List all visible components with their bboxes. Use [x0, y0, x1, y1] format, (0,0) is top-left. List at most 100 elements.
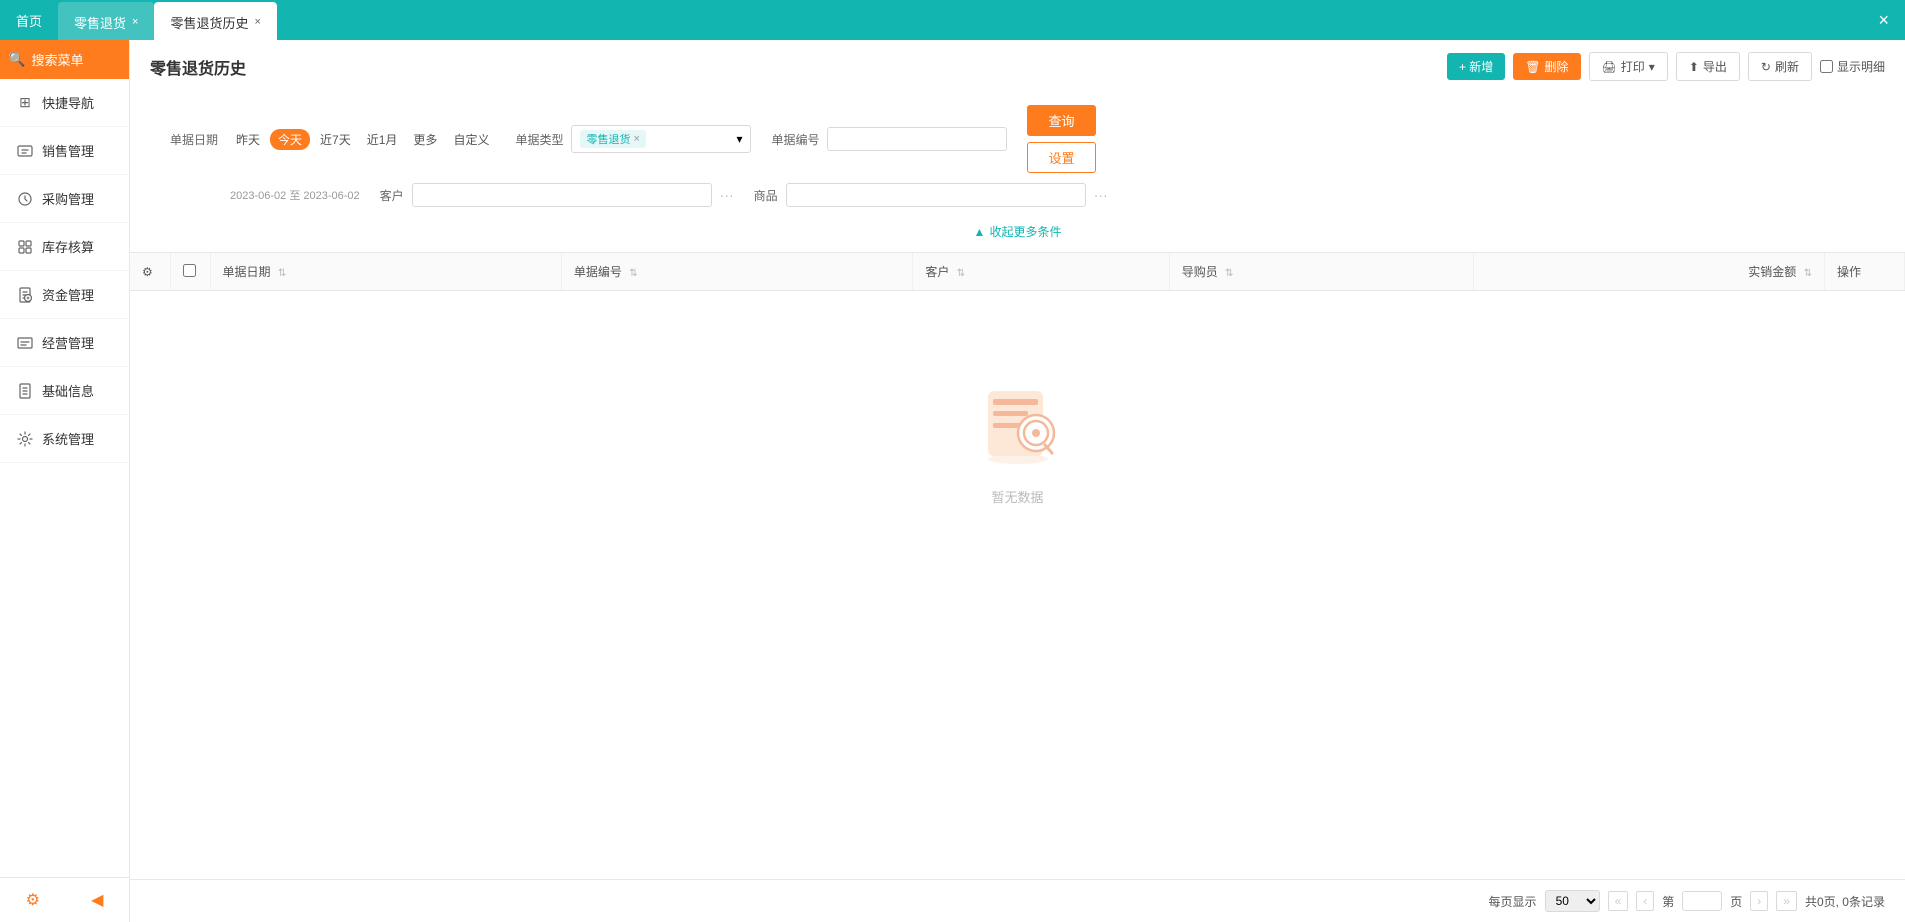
page-title-row: 零售退货历史 + 新增 🗑 删除 🖨 打印 ▾ ⬆ 导出	[150, 52, 1885, 81]
th-customer-label: 客户	[925, 265, 949, 279]
search-icon: 🔍	[8, 51, 25, 68]
quick-nav-icon: ⊞	[16, 94, 34, 112]
th-guide[interactable]: 导购员 ⇅	[1169, 253, 1473, 291]
bill-type-tag-text: 零售退货	[586, 131, 630, 147]
operation-icon	[16, 334, 34, 352]
sys-mgmt-icon	[16, 430, 34, 448]
collapse-row: ▲ 收起更多条件	[170, 217, 1865, 240]
table-container: ⚙ 单据日期 ⇅ 单据编号 ⇅	[130, 253, 1905, 879]
sidebar-item-base-info[interactable]: 基础信息	[0, 367, 129, 415]
filter-row-1: 单据日期 昨天 今天 近7天 近1月 更多 自定义 单据类型	[170, 105, 1865, 173]
th-checkbox[interactable]	[170, 253, 210, 291]
display-detail-input[interactable]	[1820, 60, 1833, 73]
tab-retail-return-history-close[interactable]: ×	[254, 16, 260, 28]
sidebar-menu: ⊞ 快捷导航 销售管理 采购管理 库存核算	[0, 79, 129, 877]
tab-retail-return-history-label: 零售退货历史	[170, 13, 248, 32]
sidebar-item-sales-mgmt[interactable]: 销售管理	[0, 127, 129, 175]
date-today-btn[interactable]: 今天	[270, 129, 310, 150]
bill-date-sort-icon: ⇅	[278, 268, 286, 279]
page-title: 零售退货历史	[150, 55, 246, 79]
last-page-button[interactable]: »	[1776, 891, 1797, 911]
refresh-button[interactable]: ↻ 刷新	[1748, 52, 1812, 81]
pagination-bar: 每页显示 20 50 100 « ‹ 第 1 页 › » 共0页, 0条记录	[130, 879, 1905, 922]
sidebar-search[interactable]: 🔍 搜索菜单	[0, 40, 129, 79]
bill-number-label: 单据编号	[771, 131, 819, 148]
date-more-btn[interactable]: 更多	[407, 129, 443, 150]
sidebar-search-label: 搜索菜单	[31, 50, 83, 69]
th-customer[interactable]: 客户 ⇅	[913, 253, 1169, 291]
print-button[interactable]: 🖨 打印 ▾	[1589, 52, 1668, 81]
date-shortcuts: 昨天 今天 近7天 近1月 更多 自定义	[230, 129, 495, 150]
goods-input[interactable]	[786, 183, 1086, 207]
select-all-checkbox[interactable]	[183, 264, 196, 277]
page-size-select[interactable]: 20 50 100	[1545, 890, 1600, 912]
sidebar-item-purchase-mgmt[interactable]: 采购管理	[0, 175, 129, 223]
sidebar-item-quick-nav[interactable]: ⊞ 快捷导航	[0, 79, 129, 127]
sidebar-item-operation-label: 经营管理	[42, 333, 94, 352]
empty-text: 暂无数据	[991, 487, 1043, 506]
export-button[interactable]: ⬆ 导出	[1676, 52, 1740, 81]
delete-button[interactable]: 🗑 删除	[1513, 53, 1580, 80]
window-close-button[interactable]: ×	[1862, 10, 1905, 31]
collapse-label: 收起更多条件	[989, 223, 1061, 240]
total-label: 共0页, 0条记录	[1805, 893, 1885, 910]
bill-type-tag-remove[interactable]: ×	[633, 133, 639, 145]
filter-area: 单据日期 昨天 今天 近7天 近1月 更多 自定义 单据类型	[150, 93, 1885, 252]
sidebar-item-quick-nav-label: 快捷导航	[42, 93, 94, 112]
query-button[interactable]: 查询	[1027, 105, 1095, 136]
customer-sort-icon: ⇅	[957, 268, 965, 279]
sidebar-item-sys-mgmt[interactable]: 系统管理	[0, 415, 129, 463]
display-detail-checkbox[interactable]: 显示明细	[1820, 58, 1885, 75]
collapse-button[interactable]: ▲ 收起更多条件	[974, 223, 1062, 240]
th-action: 操作	[1825, 253, 1905, 291]
collapse-up-icon: ▲	[974, 225, 986, 239]
sidebar-collapse-btn[interactable]: ◀	[91, 890, 103, 910]
customer-input[interactable]	[412, 183, 712, 207]
purchase-mgmt-icon	[16, 190, 34, 208]
th-bill-date[interactable]: 单据日期 ⇅	[210, 253, 561, 291]
sidebar-settings-btn[interactable]: ⚙	[26, 890, 40, 910]
th-action-label: 操作	[1837, 265, 1861, 279]
sidebar-item-sys-mgmt-label: 系统管理	[42, 429, 94, 448]
th-guide-label: 导购员	[1182, 265, 1218, 279]
refresh-label: 刷新	[1775, 58, 1799, 75]
goods-label: 商品	[754, 187, 778, 204]
date-range-display: 2023-06-02 至 2023-06-02	[170, 187, 360, 203]
new-button[interactable]: + 新增	[1447, 53, 1505, 80]
tab-home-label: 首页	[16, 11, 42, 30]
sidebar-item-finance-label: 资金管理	[42, 285, 94, 304]
th-actual-amount[interactable]: 实销金额 ⇅	[1473, 253, 1824, 291]
date-1month-btn[interactable]: 近1月	[361, 129, 404, 150]
page-number-input[interactable]: 1	[1682, 891, 1722, 911]
date-7days-btn[interactable]: 近7天	[314, 129, 357, 150]
content-area: 零售退货历史 + 新增 🗑 删除 🖨 打印 ▾ ⬆ 导出	[130, 40, 1905, 922]
sidebar-item-finance[interactable]: 资金管理	[0, 271, 129, 319]
tab-retail-return[interactable]: 零售退货 ×	[58, 2, 154, 42]
sidebar-item-operation[interactable]: 经营管理	[0, 319, 129, 367]
page-size-label: 每页显示	[1489, 893, 1537, 910]
set-button[interactable]: 设置	[1027, 142, 1095, 173]
date-label: 单据日期	[170, 131, 218, 148]
print-icon: 🖨	[1602, 60, 1617, 74]
th-bill-number[interactable]: 单据编号 ⇅	[561, 253, 912, 291]
sidebar-item-sales-mgmt-label: 销售管理	[42, 141, 94, 160]
customer-filter: 客户 ···	[380, 183, 734, 207]
tab-retail-return-close[interactable]: ×	[132, 16, 138, 28]
date-yesterday-btn[interactable]: 昨天	[230, 129, 266, 150]
th-actual-amount-label: 实销金额	[1748, 265, 1796, 279]
customer-label: 客户	[380, 187, 404, 204]
bill-type-chevron-icon: ▾	[736, 132, 742, 146]
gear-icon: ⚙	[142, 265, 153, 279]
sidebar-item-inventory[interactable]: 库存核算	[0, 223, 129, 271]
tab-home[interactable]: 首页	[0, 0, 58, 40]
th-gear[interactable]: ⚙	[130, 253, 170, 291]
bill-number-input[interactable]	[827, 127, 1007, 151]
print-chevron-icon: ▾	[1649, 60, 1655, 74]
first-page-button[interactable]: «	[1608, 891, 1629, 911]
export-icon: ⬆	[1689, 60, 1699, 74]
date-custom-btn[interactable]: 自定义	[447, 129, 495, 150]
next-page-button[interactable]: ›	[1750, 891, 1768, 911]
tab-retail-return-history[interactable]: 零售退货历史 ×	[154, 2, 276, 42]
bill-type-select[interactable]: 零售退货 × ▾	[571, 125, 751, 153]
prev-page-button[interactable]: ‹	[1636, 891, 1654, 911]
